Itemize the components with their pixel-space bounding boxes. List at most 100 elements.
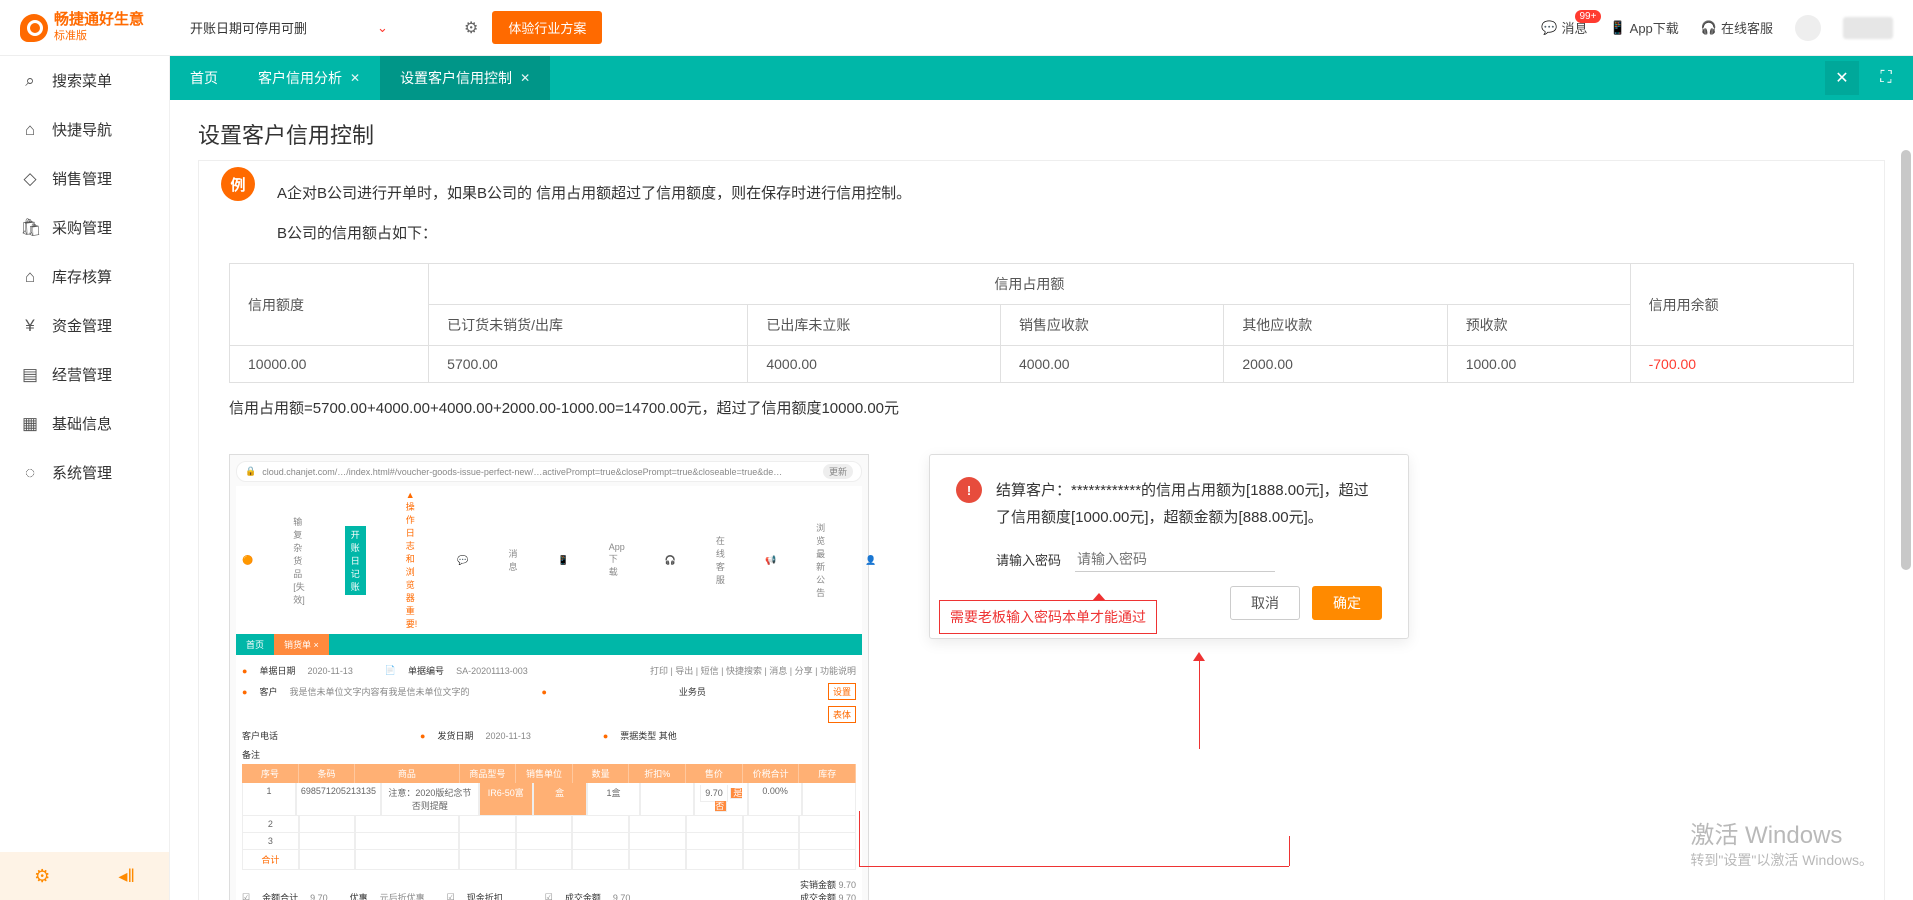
th-credit-used-group: 信用占用额 (429, 264, 1630, 305)
sidebar-item-label: 系统管理 (52, 462, 112, 483)
mock-refresh: 更新 (823, 464, 853, 479)
mock-tab-active: 销货单 × (274, 634, 329, 655)
td-sales-receivable: 4000.00 (1000, 346, 1223, 383)
mock-row-disc: 0.00% (748, 783, 802, 816)
account-date-label: 开账日期可停用可删 (190, 18, 307, 37)
mock-sum-val: 9.70 (310, 893, 328, 900)
tab-label: 设置客户信用控制 (400, 68, 512, 88)
avatar[interactable] (1795, 15, 1821, 41)
mock-svc: 在线客服 (716, 534, 725, 586)
dialog-callout-text: 需要老板输入密码本单才能通过 (950, 609, 1146, 625)
bag-icon: 🛍 (20, 218, 40, 238)
mock-discount-ph: 元后折优惠 (380, 891, 425, 900)
phone-icon: 📱 (1609, 20, 1625, 36)
illustration-row: 🔒cloud.chanjet.com/…/index.html#/voucher… (229, 454, 1854, 900)
dialog-message: 结算客户：************的信用占用额为[1888.00元]，超过了信用… (996, 477, 1382, 531)
mock-msg: 消息 (508, 547, 517, 573)
content-scroll[interactable]: 例 A企对B公司进行开单时，如果B公司的 信用占用额超过了信用额度，则在保存时进… (170, 160, 1913, 900)
mock-r-val2: 9.70 (838, 893, 856, 900)
mock-r-sale: 实销金额 (800, 880, 836, 890)
chart-icon: ▤ (20, 365, 40, 385)
callout-arrowhead (1193, 652, 1205, 661)
sidebar-item-label: 基础信息 (52, 413, 112, 434)
mock-bizperson: 业务员 (679, 685, 706, 698)
sidebar-item-basedata[interactable]: ▦基础信息 (0, 399, 169, 448)
mock-r-val1: 9.70 (838, 880, 856, 890)
desc-line-1: A企对B公司进行开单时，如果B公司的 信用占用额超过了信用额度，则在保存时进行信… (277, 179, 1854, 209)
headset-icon: 🎧 (1701, 20, 1717, 36)
account-date-select[interactable]: 开账日期可停用可删 ⌄ (190, 18, 450, 37)
mock-col-unit: 销售单位 (516, 764, 573, 783)
sidebar-item-purchase[interactable]: 🛍采购管理 (0, 203, 169, 252)
settings-icon[interactable]: ⚙ (34, 866, 50, 887)
mock-connector-v2 (1289, 836, 1290, 866)
mock-col-amt: 价税合计 (743, 764, 800, 783)
sidebar-item-funds[interactable]: ¥资金管理 (0, 301, 169, 350)
th-other-receivable: 其他应收款 (1224, 305, 1447, 346)
example-badge-label: 例 (221, 167, 255, 201)
mock-col-disc: 折扣% (629, 764, 686, 783)
tab-credit-analysis[interactable]: 客户信用分析 ✕ (238, 56, 380, 100)
mock-col-stock: 库存 (799, 764, 856, 783)
th-ordered-unship: 已订货未销货/出库 (429, 305, 748, 346)
sidebar-item-search[interactable]: ⌕搜索菜单 (0, 56, 169, 105)
mock-date-val: 2020-11-13 (307, 666, 352, 676)
cancel-button[interactable]: 取消 (1230, 586, 1300, 620)
scrollbar-thumb[interactable] (1901, 150, 1911, 570)
mock-set2: 表体 (828, 706, 856, 723)
messages-button[interactable]: 💬 消息 99+ (1541, 18, 1587, 37)
mock-row-goods: 注意：2020版纪念节否则提醒 (381, 783, 479, 816)
warehouse-icon: ⌂ (20, 267, 40, 287)
mock-r-deal: 成交金额 (800, 893, 836, 900)
app-download-button[interactable]: 📱 App下载 (1609, 18, 1678, 37)
callout-connector (1199, 659, 1200, 749)
mock-url: cloud.chanjet.com/…/index.html#/voucher-… (262, 467, 782, 477)
online-service-button[interactable]: 🎧 在线客服 (1701, 18, 1773, 37)
sidebar-item-inventory[interactable]: ⌂库存核算 (0, 252, 169, 301)
td-shipped-unpost: 4000.00 (748, 346, 1001, 383)
home-icon: ⌂ (20, 120, 40, 140)
tab-home[interactable]: 首页 (170, 56, 238, 100)
td-credit-limit: 10000.00 (230, 346, 429, 383)
mock-tracktype: 票据类型 其他 (620, 729, 677, 742)
td-ordered-unship: 5700.00 (429, 346, 748, 383)
username-masked (1843, 17, 1893, 39)
th-prepaid: 预收款 (1447, 305, 1630, 346)
mock-docno-lbl: 单据编号 (408, 664, 444, 677)
brand-edition: 标准版 (54, 27, 144, 43)
ok-button[interactable]: 确定 (1312, 586, 1382, 620)
password-input[interactable] (1075, 547, 1275, 572)
sidebar-item-quicknav[interactable]: ⌂快捷导航 (0, 105, 169, 154)
collapse-icon[interactable]: ◂ǁ (118, 866, 134, 887)
promo-button[interactable]: 体验行业方案 (492, 11, 602, 44)
circle-icon: ◌ (20, 463, 40, 483)
sidebar-item-business[interactable]: ▤经营管理 (0, 350, 169, 399)
tabs: 首页 客户信用分析 ✕ 设置客户信用控制 ✕ ✕ ⛶ (170, 56, 1913, 100)
mock-date-lbl: 单据日期 (259, 664, 295, 677)
td-prepaid: 1000.00 (1447, 346, 1630, 383)
sidebar-item-label: 搜索菜单 (52, 70, 112, 91)
mock-row-price: 9.70 (700, 785, 728, 802)
sidebar: ⌕搜索菜单 ⌂快捷导航 ◇销售管理 🛍采购管理 ⌂库存核算 ¥资金管理 ▤经营管… (0, 56, 170, 900)
mock-row-barcode: 698571205213135 (296, 783, 381, 816)
td-other-receivable: 2000.00 (1224, 346, 1447, 383)
mock-col-barcode: 条码 (299, 764, 356, 783)
messages-badge: 99+ (1575, 10, 1602, 23)
sidebar-item-system[interactable]: ◌ 系统管理 (0, 448, 169, 497)
mock-connector-v (859, 811, 860, 866)
close-icon[interactable]: ✕ (520, 71, 530, 85)
tab-credit-control[interactable]: 设置客户信用控制 ✕ (380, 56, 550, 100)
mock-col-seq: 序号 (242, 764, 299, 783)
warning-icon: ! (956, 477, 982, 503)
page-title: 设置客户信用控制 (170, 100, 1913, 160)
gear-icon[interactable]: ⚙ (464, 18, 478, 38)
th-sales-receivable: 销售应收款 (1000, 305, 1223, 346)
th-credit-balance: 信用用余额 (1630, 264, 1853, 346)
main: 首页 客户信用分析 ✕ 设置客户信用控制 ✕ ✕ ⛶ 设置客户信用控制 例 A企对B… (170, 56, 1913, 900)
sidebar-item-sales[interactable]: ◇销售管理 (0, 154, 169, 203)
tab-fullscreen-button[interactable]: ⛶ (1869, 61, 1903, 95)
close-icon[interactable]: ✕ (350, 71, 360, 85)
tab-close-all-button[interactable]: ✕ (1825, 61, 1859, 95)
tab-label: 客户信用分析 (258, 68, 342, 88)
mock-app: App下载 (609, 542, 625, 578)
